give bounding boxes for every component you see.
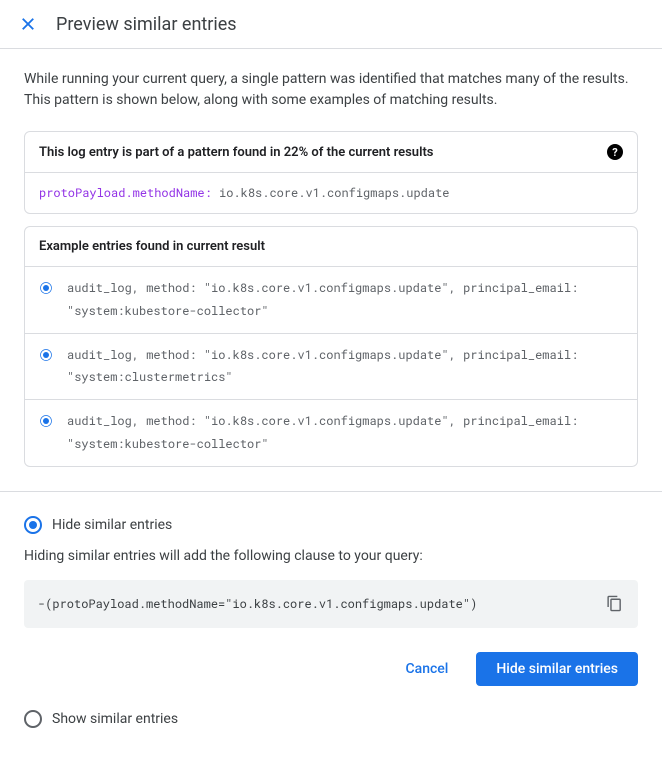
dialog-content: While running your current query, a sing… xyxy=(0,49,662,762)
examples-title: Example entries found in current result xyxy=(25,227,637,266)
copy-button[interactable] xyxy=(604,594,624,614)
clause-text: -(protoPayload.methodName="io.k8s.core.v… xyxy=(38,596,477,612)
radio-show-similar[interactable]: Show similar entries xyxy=(24,710,638,728)
radio-hide-label: Hide similar entries xyxy=(52,517,172,533)
radio-icon xyxy=(24,516,42,534)
pattern-value: io.k8s.core.v1.configmaps.update xyxy=(219,185,449,201)
divider xyxy=(0,491,662,492)
dialog-header: Preview similar entries xyxy=(0,0,662,49)
examples-panel: Example entries found in current result … xyxy=(24,226,638,467)
radio-show-label: Show similar entries xyxy=(52,711,178,727)
example-row[interactable]: audit_log, method: "io.k8s.core.v1.confi… xyxy=(25,399,637,466)
dialog-title: Preview similar entries xyxy=(56,14,237,35)
help-icon[interactable]: ? xyxy=(607,144,623,160)
example-text: audit_log, method: "io.k8s.core.v1.confi… xyxy=(67,277,623,323)
pattern-body: protoPayload.methodName: io.k8s.core.v1.… xyxy=(25,173,637,213)
example-row[interactable]: audit_log, method: "io.k8s.core.v1.confi… xyxy=(25,333,637,400)
example-text: audit_log, method: "io.k8s.core.v1.confi… xyxy=(67,344,623,390)
examples-body: audit_log, method: "io.k8s.core.v1.confi… xyxy=(25,266,637,466)
pattern-key: protoPayload.methodName: xyxy=(39,185,212,201)
action-bar: Cancel Hide similar entries xyxy=(24,652,638,686)
close-button[interactable] xyxy=(16,12,40,36)
log-bullet-icon xyxy=(39,414,53,428)
log-bullet-icon xyxy=(39,348,53,362)
radio-icon xyxy=(24,710,42,728)
hide-similar-button[interactable]: Hide similar entries xyxy=(476,652,638,686)
pattern-panel: This log entry is part of a pattern foun… xyxy=(24,131,638,214)
radio-hide-similar[interactable]: Hide similar entries xyxy=(24,516,638,534)
pattern-panel-header: This log entry is part of a pattern foun… xyxy=(25,132,637,173)
clause-block: -(protoPayload.methodName="io.k8s.core.v… xyxy=(24,580,638,628)
hide-helper-text: Hiding similar entries will add the foll… xyxy=(24,548,638,564)
log-bullet-icon xyxy=(39,281,53,295)
cancel-button[interactable]: Cancel xyxy=(386,652,469,686)
close-icon xyxy=(19,15,37,33)
example-row[interactable]: audit_log, method: "io.k8s.core.v1.confi… xyxy=(25,266,637,333)
example-text: audit_log, method: "io.k8s.core.v1.confi… xyxy=(67,410,623,456)
pattern-title: This log entry is part of a pattern foun… xyxy=(39,145,434,160)
intro-text: While running your current query, a sing… xyxy=(24,69,638,111)
copy-icon xyxy=(606,595,623,612)
